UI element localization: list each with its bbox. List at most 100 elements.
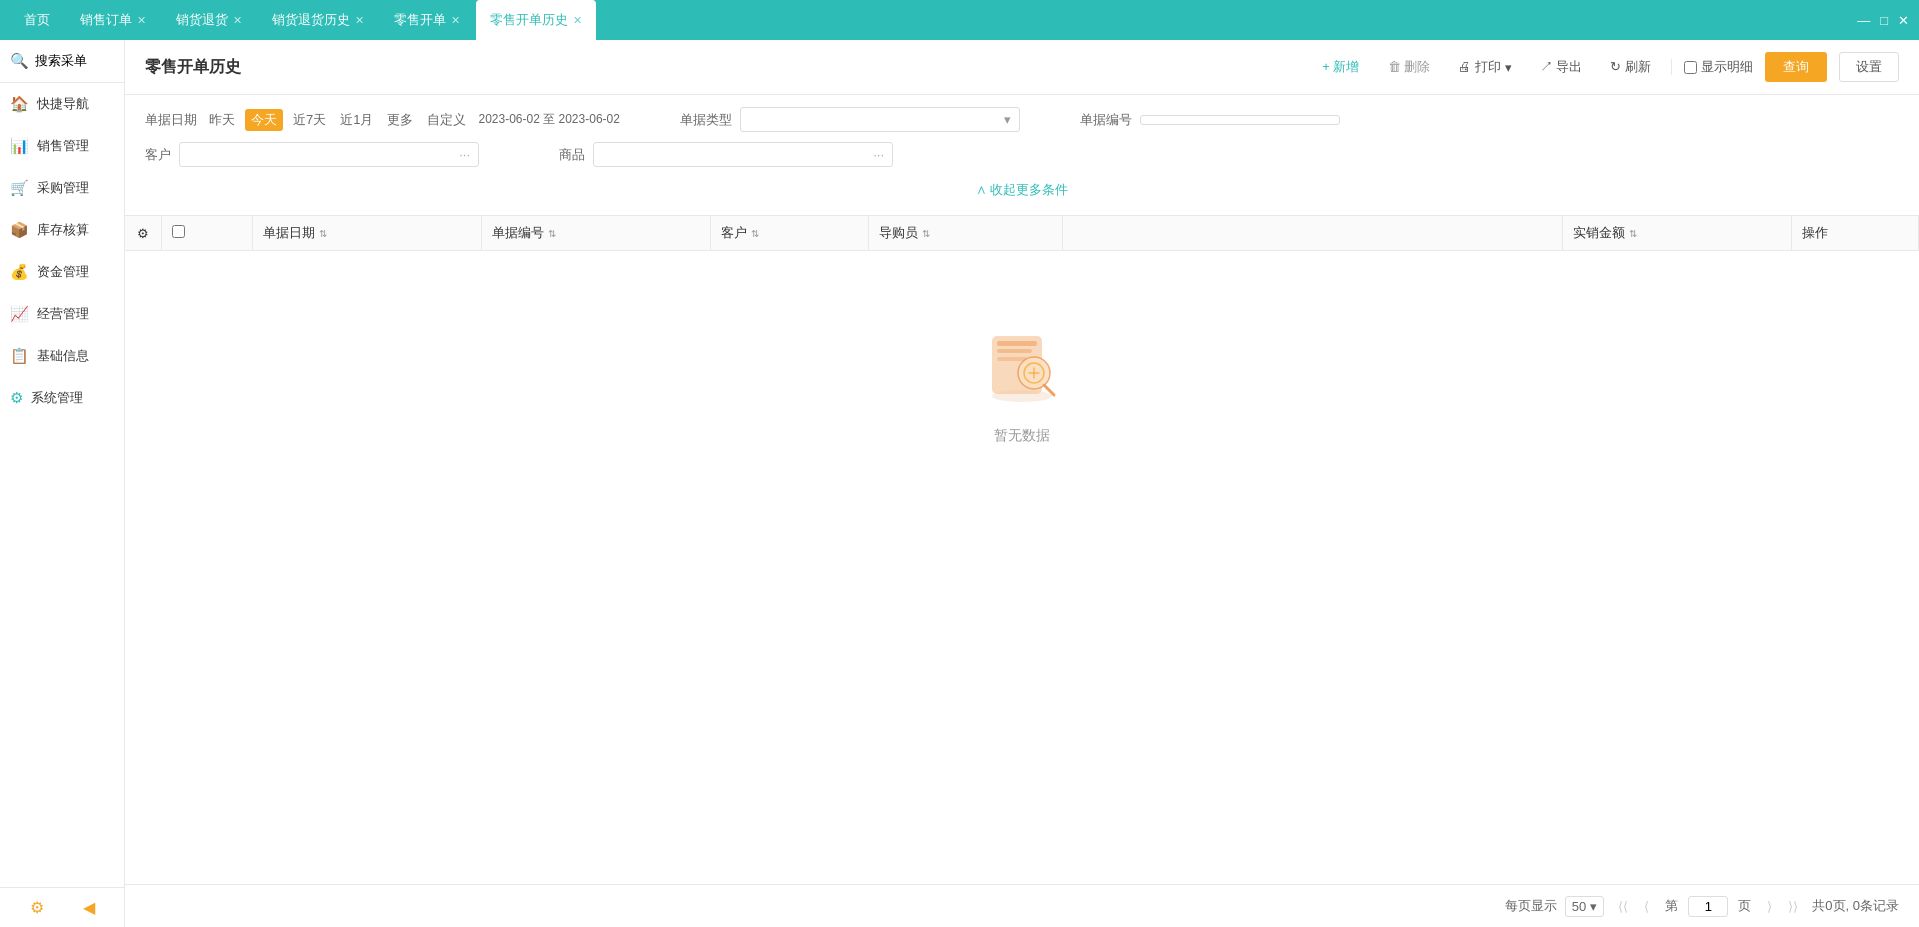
next-page-button[interactable]: ⟩ — [1761, 897, 1778, 916]
customer-dots[interactable]: ··· — [459, 147, 470, 162]
tab-return[interactable]: 销货退货 ✕ — [162, 0, 256, 40]
page-label: 第 — [1659, 895, 1684, 917]
sidebar-search[interactable]: 🔍 搜索采单 — [0, 40, 124, 83]
date-opt-today[interactable]: 今天 — [245, 109, 283, 131]
tab-sales-order-close[interactable]: ✕ — [137, 14, 146, 27]
sidebar-item-label: 采购管理 — [37, 179, 89, 197]
new-button[interactable]: + 新增 — [1314, 54, 1367, 80]
empty-state: 暂无数据 — [125, 251, 1919, 505]
first-page-button[interactable]: ⟨⟨ — [1612, 897, 1634, 916]
customer-input[interactable]: ··· — [179, 142, 479, 167]
tab-retail-open-label: 零售开单 — [394, 11, 446, 29]
sidebar-item-basic-info[interactable]: 📋 基础信息 — [0, 335, 124, 377]
col-date-sort[interactable]: ⇅ — [319, 228, 327, 239]
page-size-label: 每页显示 — [1505, 897, 1557, 915]
prev-page-button[interactable]: ⟨ — [1638, 897, 1655, 916]
display-detail-input[interactable] — [1684, 61, 1697, 74]
date-opt-1month[interactable]: 近1月 — [336, 109, 377, 131]
settings-button[interactable]: 设置 — [1839, 52, 1899, 82]
tab-retail-open-close[interactable]: ✕ — [451, 14, 460, 27]
page-header: 零售开单历史 + 新增 🗑 删除 🖨 打印 ▾ ↗ 导出 ↻ 刷新 — [125, 40, 1919, 95]
select-all-checkbox[interactable] — [172, 225, 185, 238]
date-filter: 昨天 今天 近7天 近1月 更多 自定义 — [205, 109, 470, 131]
sidebar-bottom: ⚙ ◀ — [0, 887, 124, 927]
col-actual-amount-sort[interactable]: ⇅ — [1629, 228, 1637, 239]
display-detail-label: 显示明细 — [1701, 58, 1753, 76]
settings-bottom-icon[interactable]: ⚙ — [30, 898, 44, 917]
maximize-button[interactable]: □ — [1880, 13, 1888, 28]
table-settings-col[interactable]: ⚙ — [125, 216, 161, 251]
display-detail-checkbox[interactable]: 显示明细 — [1684, 58, 1753, 76]
table-header-row: ⚙ 单据日期 ⇅ 单据编号 ⇅ — [125, 216, 1919, 251]
col-salesperson-sort[interactable]: ⇅ — [922, 228, 930, 239]
page-size-select[interactable]: 50 ▾ — [1565, 896, 1604, 917]
toolbar: + 新增 🗑 删除 🖨 打印 ▾ ↗ 导出 ↻ 刷新 显 — [1314, 52, 1899, 82]
minimize-button[interactable]: — — [1857, 13, 1870, 28]
current-page-input[interactable] — [1688, 896, 1728, 917]
date-opt-custom[interactable]: 自定义 — [423, 109, 470, 131]
last-page-button[interactable]: ⟩⟩ — [1782, 897, 1804, 916]
doc-type-dropdown-icon: ▾ — [1004, 112, 1011, 127]
delete-button[interactable]: 🗑 删除 — [1380, 54, 1439, 80]
total-label: 共0页, 0条记录 — [1812, 897, 1899, 915]
doc-no-input[interactable] — [1140, 115, 1340, 125]
page-title: 零售开单历史 — [145, 57, 241, 78]
collapse-sidebar-icon[interactable]: ◀ — [83, 898, 95, 917]
tab-return-history[interactable]: 销货退货历史 ✕ — [258, 0, 378, 40]
sidebar-item-quick-nav[interactable]: 🏠 快捷导航 — [0, 83, 124, 125]
top-bar: 首页 销售订单 ✕ 销货退货 ✕ 销货退货历史 ✕ 零售开单 ✕ 零售开单历史 … — [0, 0, 1919, 40]
purchase-icon: 🛒 — [10, 179, 29, 197]
sidebar-item-label: 经营管理 — [37, 305, 89, 323]
empty-text: 暂无数据 — [994, 427, 1050, 445]
export-button[interactable]: ↗ 导出 — [1532, 54, 1591, 80]
svg-rect-2 — [997, 341, 1037, 346]
tab-sales-order[interactable]: 销售订单 ✕ — [66, 0, 160, 40]
tab-retail-history[interactable]: 零售开单历史 ✕ — [476, 0, 596, 40]
empty-icon — [972, 311, 1072, 411]
collapse-label: ∧ 收起更多条件 — [976, 182, 1069, 197]
sidebar-item-finance[interactable]: 💰 资金管理 — [0, 251, 124, 293]
print-dropdown-icon[interactable]: ▾ — [1505, 60, 1512, 75]
pagination-nav: ⟨⟨ ⟨ 第 页 ⟩ ⟩⟩ — [1612, 895, 1804, 917]
sidebar-item-label: 库存核算 — [37, 221, 89, 239]
col-customer-sort[interactable]: ⇅ — [751, 228, 759, 239]
tab-return-close[interactable]: ✕ — [233, 14, 242, 27]
data-table: ⚙ 单据日期 ⇅ 单据编号 ⇅ — [125, 216, 1919, 251]
col-docno-sort[interactable]: ⇅ — [548, 228, 556, 239]
page-size-dropdown-icon: ▾ — [1590, 899, 1597, 914]
tab-return-history-close[interactable]: ✕ — [355, 14, 364, 27]
col-salesperson-label: 导购员 — [879, 225, 918, 240]
system-icon: ⚙ — [10, 389, 23, 407]
sidebar-item-sales[interactable]: 📊 销售管理 — [0, 125, 124, 167]
date-opt-more[interactable]: 更多 — [383, 109, 417, 131]
table-col-amount — [1063, 216, 1563, 251]
doc-type-select[interactable]: ▾ — [740, 107, 1020, 132]
print-button[interactable]: 🖨 打印 ▾ — [1450, 54, 1520, 80]
tab-home[interactable]: 首页 — [10, 0, 64, 40]
sidebar-item-label: 系统管理 — [31, 389, 83, 407]
collapse-bar[interactable]: ∧ 收起更多条件 — [145, 177, 1899, 203]
table-col-operations: 操作 — [1791, 216, 1918, 251]
operations-icon: 📈 — [10, 305, 29, 323]
doc-type-label: 单据类型 — [680, 111, 732, 129]
date-filter-item: 单据日期 昨天 今天 近7天 近1月 更多 自定义 2023-06-02 至 2… — [145, 109, 620, 131]
tab-retail-history-close[interactable]: ✕ — [573, 14, 582, 27]
date-opt-yesterday[interactable]: 昨天 — [205, 109, 239, 131]
sidebar-item-system[interactable]: ⚙ 系统管理 — [0, 377, 124, 419]
page-size-value: 50 — [1572, 899, 1586, 914]
table-settings-icon[interactable]: ⚙ — [137, 226, 149, 241]
close-button[interactable]: ✕ — [1898, 13, 1909, 28]
sidebar-item-operations[interactable]: 📈 经营管理 — [0, 293, 124, 335]
window-controls: — □ ✕ — [1857, 13, 1909, 28]
refresh-button[interactable]: ↻ 刷新 — [1602, 54, 1659, 80]
goods-dots[interactable]: ··· — [873, 147, 884, 162]
sidebar-item-purchase[interactable]: 🛒 采购管理 — [0, 167, 124, 209]
date-opt-7days[interactable]: 近7天 — [289, 109, 330, 131]
date-filter-label: 单据日期 — [145, 111, 197, 129]
sidebar-item-inventory[interactable]: 📦 库存核算 — [0, 209, 124, 251]
query-button[interactable]: 查询 — [1765, 52, 1827, 82]
refresh-button-label: ↻ 刷新 — [1610, 58, 1651, 76]
tab-retail-open[interactable]: 零售开单 ✕ — [380, 0, 474, 40]
goods-filter-item: 商品 ··· — [559, 142, 893, 167]
goods-input[interactable]: ··· — [593, 142, 893, 167]
